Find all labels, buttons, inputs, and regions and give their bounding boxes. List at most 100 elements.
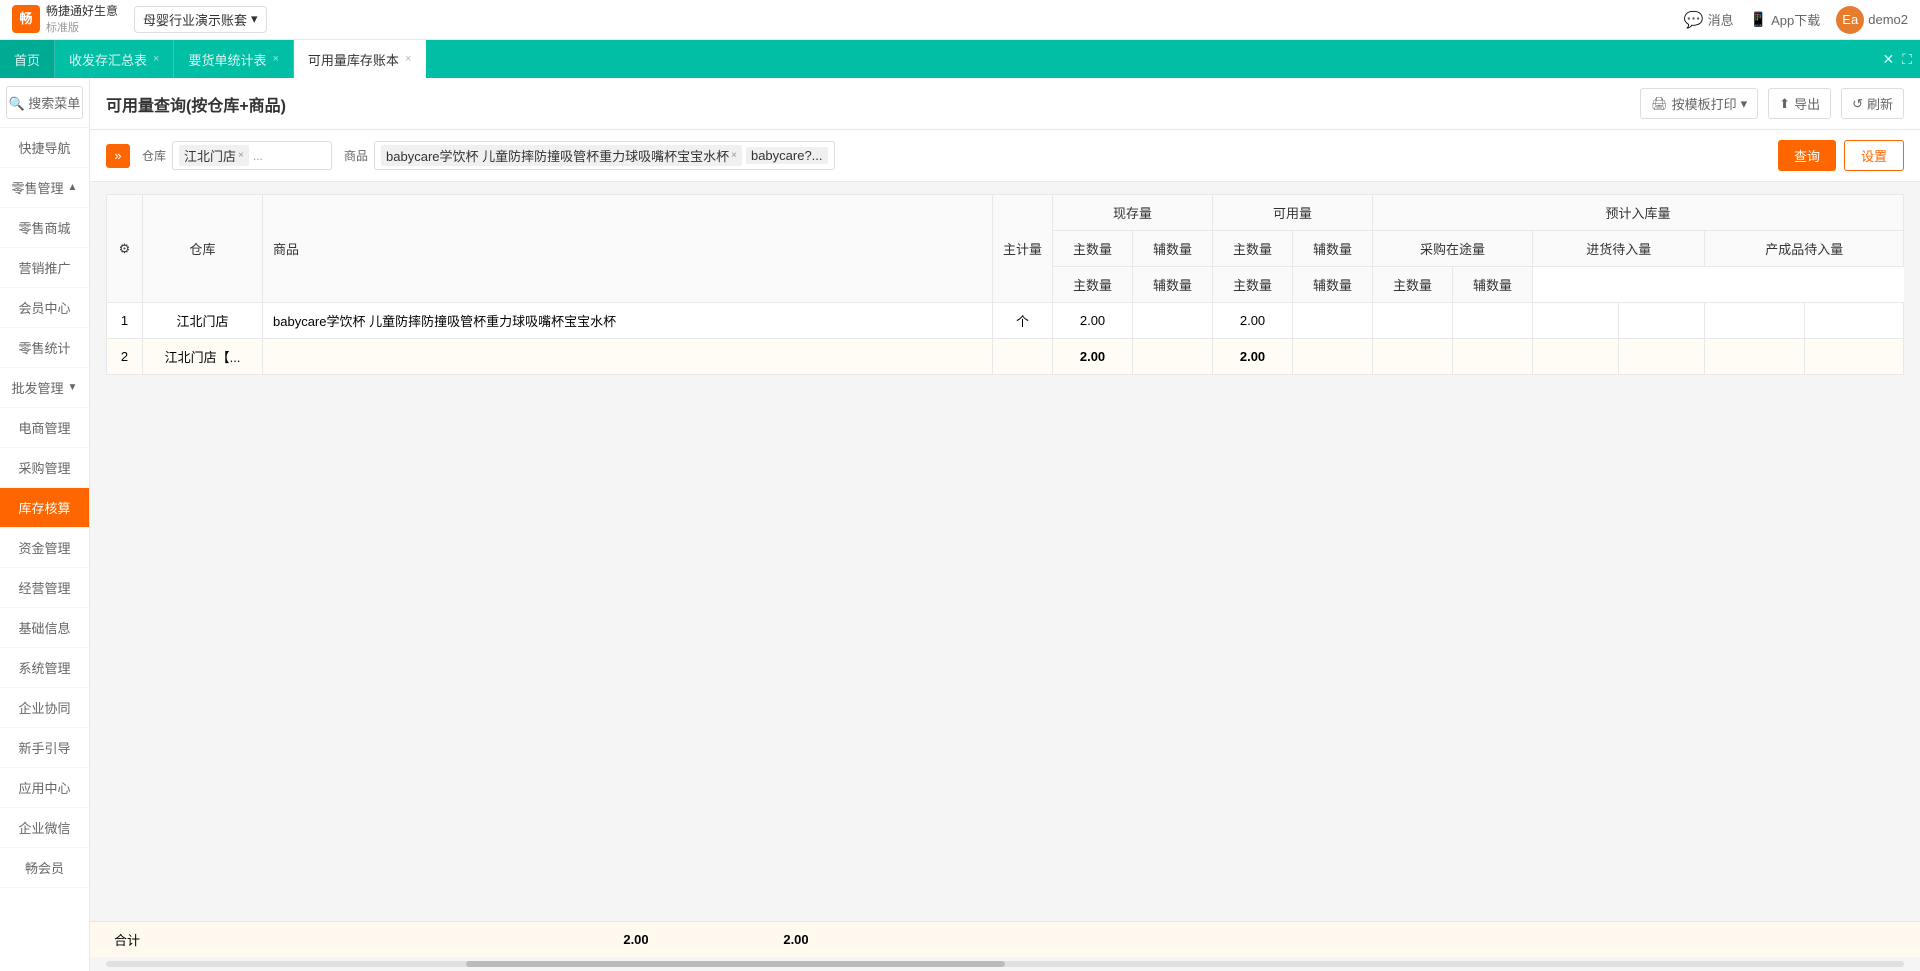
- print-button[interactable]: 🖨 按模板打印 ▾: [1640, 88, 1758, 119]
- page-title: 可用量查询(按仓库+商品): [106, 92, 286, 116]
- warehouse-tag-text: 江北门店: [184, 146, 236, 165]
- top-bar-left: 畅 畅捷通好生意 标准版 母婴行业演示账套 ▾: [12, 4, 267, 34]
- warehouse-tag-remove-icon[interactable]: ×: [238, 150, 244, 161]
- basic-info-label: 基础信息: [18, 621, 70, 636]
- total-row: 合计 2.00 2.00: [106, 930, 1904, 949]
- order-stats-tab-label: 要货单统计表: [188, 50, 266, 69]
- download-icon: 📱: [1750, 11, 1767, 28]
- product-header: 商品: [263, 195, 993, 303]
- refresh-button[interactable]: ↺ 刷新: [1841, 88, 1904, 119]
- search-icon: 🔍: [9, 96, 25, 111]
- sidebar-item-basic-info[interactable]: 基础信息: [0, 608, 89, 648]
- export-label: 导出: [1794, 94, 1820, 113]
- sidebar-item-quick-nav[interactable]: 快捷导航: [0, 128, 89, 168]
- filter-expand-button[interactable]: »: [106, 144, 130, 168]
- app-download-button[interactable]: 📱 App下载: [1750, 10, 1821, 29]
- setting-button[interactable]: 设置: [1844, 140, 1904, 171]
- sidebar-item-retail-stats[interactable]: 零售统计: [0, 328, 89, 368]
- logo-main-text: 畅捷通好生意: [46, 4, 118, 18]
- nav-tabs-right: ✕ ⛶: [1882, 40, 1920, 78]
- sidebar-search-area: 🔍 搜索菜单: [0, 78, 89, 128]
- table-header-row-1: ⚙ 仓库 商品 主计量 现存量 可用量 预计入库量: [107, 195, 1904, 231]
- row2-available-aux: [1293, 339, 1373, 375]
- sidebar-item-finance[interactable]: 资金管理: [0, 528, 89, 568]
- warehouse-ellipsis[interactable]: ...: [253, 149, 263, 163]
- row2-goods-aux: [1619, 339, 1705, 375]
- tab-available-stock[interactable]: 可用量库存账本 ×: [294, 40, 426, 78]
- current-aux-header: 辅数量: [1133, 231, 1213, 267]
- scroll-track: [106, 961, 1904, 967]
- row1-purchase-aux: [1453, 303, 1533, 339]
- wholesale-arrow-icon: ▼: [68, 382, 78, 393]
- industry-label: 母婴行业演示账套: [143, 10, 247, 29]
- sidebar-item-operations[interactable]: 经营管理: [0, 568, 89, 608]
- tab-order-stats[interactable]: 要货单统计表 ×: [174, 40, 293, 78]
- query-button[interactable]: 查询: [1778, 140, 1836, 171]
- top-bar: 畅 畅捷通好生意 标准版 母婴行业演示账套 ▾ 💬 消息 📱 App下载 Ea …: [0, 0, 1920, 40]
- sidebar-item-app-center[interactable]: 应用中心: [0, 768, 89, 808]
- logo-icon: 畅: [12, 5, 40, 33]
- warehouse-filter-group: 仓库 江北门店 × ...: [142, 141, 332, 170]
- download-label: App下载: [1771, 10, 1820, 29]
- row1-warehouse: 江北门店: [143, 303, 263, 339]
- planned-inbound-header: 预计入库量: [1373, 195, 1904, 231]
- sidebar-item-online-store[interactable]: 零售商城: [0, 208, 89, 248]
- income-expense-close-icon[interactable]: ×: [153, 53, 159, 65]
- horizontal-scrollbar[interactable]: [90, 957, 1920, 971]
- product-tag-1-remove-icon[interactable]: ×: [731, 150, 737, 161]
- product-tag-2: babycare?...: [746, 147, 828, 164]
- income-expense-tab-label: 收发存汇总表: [69, 50, 147, 69]
- warehouse-tag: 江北门店 ×: [179, 145, 249, 166]
- product-tag-1-text: babycare学饮杯 儿童防摔防撞吸管杯重力球吸嘴杯宝宝水杯: [386, 146, 729, 165]
- sidebar-item-vip-member[interactable]: 畅会员: [0, 848, 89, 888]
- warehouse-filter-tags[interactable]: 江北门店 × ...: [172, 141, 332, 170]
- fullscreen-icon[interactable]: ⛶: [1902, 51, 1912, 68]
- sidebar-item-newbie[interactable]: 新手引导: [0, 728, 89, 768]
- order-stats-close-icon[interactable]: ×: [272, 53, 278, 65]
- export-button[interactable]: ⬆ 导出: [1768, 88, 1831, 119]
- sidebar-item-purchase[interactable]: 采购管理: [0, 448, 89, 488]
- sidebar-item-zero-sales[interactable]: 零售管理 ▲: [0, 168, 89, 208]
- chat-icon: 💬: [1684, 10, 1704, 30]
- chevron-down-icon: ▾: [251, 11, 258, 27]
- tab-income-expense[interactable]: 收发存汇总表 ×: [55, 40, 174, 78]
- filter-bar: » 仓库 江北门店 × ... 商品 babycare学饮杯 儿童防摔防撞吸管杯…: [90, 130, 1920, 182]
- sidebar-item-ecommerce[interactable]: 电商管理: [0, 408, 89, 448]
- top-bar-right: 💬 消息 📱 App下载 Ea demo2: [1684, 6, 1908, 34]
- purchase-main-header: 主数量: [1053, 267, 1133, 303]
- row2-index: 2: [107, 339, 143, 375]
- row2-product: [263, 339, 993, 375]
- unit-header: 主计量: [993, 195, 1053, 303]
- total-label: 合计: [106, 930, 336, 949]
- user-menu[interactable]: Ea demo2: [1836, 6, 1908, 34]
- sidebar-item-member[interactable]: 会员中心: [0, 288, 89, 328]
- sidebar-item-inventory[interactable]: 库存核算: [0, 488, 89, 528]
- zero-sales-label: 零售管理: [12, 178, 64, 197]
- sidebar-item-system[interactable]: 系统管理: [0, 648, 89, 688]
- marketing-label: 营销推广: [18, 261, 70, 276]
- print-label: 按模板打印: [1672, 94, 1737, 113]
- product-tag-2-text: babycare?...: [751, 148, 823, 163]
- search-menu-button[interactable]: 🔍 搜索菜单: [6, 86, 83, 119]
- print-icon: 🖨: [1651, 96, 1668, 112]
- row2-current-aux: [1133, 339, 1213, 375]
- industry-selector[interactable]: 母婴行业演示账套 ▾: [134, 6, 267, 33]
- refresh-label: 刷新: [1867, 94, 1893, 113]
- chat-button[interactable]: 💬 消息: [1684, 10, 1734, 30]
- available-stock-close-icon[interactable]: ×: [405, 53, 411, 65]
- available-main-header: 主数量: [1213, 231, 1293, 267]
- product-filter-tags[interactable]: babycare学饮杯 儿童防摔防撞吸管杯重力球吸嘴杯宝宝水杯 × babyca…: [374, 141, 834, 170]
- sidebar-item-enterprise-wechat[interactable]: 企业微信: [0, 808, 89, 848]
- close-all-tabs-icon[interactable]: ✕: [1882, 51, 1894, 68]
- scroll-thumb[interactable]: [466, 961, 1005, 967]
- tab-home[interactable]: 首页: [0, 40, 55, 78]
- sidebar-item-enterprise[interactable]: 企业协同: [0, 688, 89, 728]
- row2-warehouse: 江北门店【...: [143, 339, 263, 375]
- settings-header[interactable]: ⚙: [107, 195, 143, 303]
- sidebar-item-wholesale[interactable]: 批发管理 ▼: [0, 368, 89, 408]
- row1-goods-aux: [1619, 303, 1705, 339]
- expand-icon: »: [114, 148, 121, 163]
- newbie-label: 新手引导: [18, 741, 70, 756]
- total-available-main: 2.00: [756, 932, 836, 947]
- sidebar-item-marketing[interactable]: 营销推广: [0, 248, 89, 288]
